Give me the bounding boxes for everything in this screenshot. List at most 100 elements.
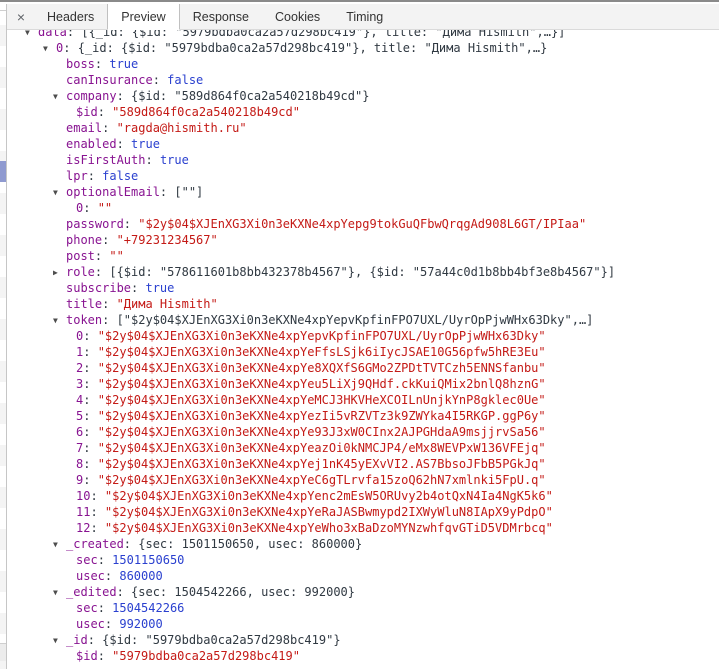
request-list-sliver[interactable] [0, 4, 7, 669]
tree-row[interactable]: post: "" [8, 248, 719, 264]
property-key: _created [66, 537, 124, 551]
tree-row[interactable]: ▼ _edited: {sec: 1504542266, usec: 992000… [8, 584, 719, 600]
tree-row[interactable]: subscribe: true [8, 280, 719, 296]
tree-row[interactable]: 11: "$2y$04$XJEnXG3Xi0n3eKXNe4xpYeRaJASB… [8, 504, 719, 520]
property-value: [""] [174, 185, 204, 199]
tree-row[interactable]: ▼ data: [{_id: {$id: "5979bdba0ca2a57d298… [8, 30, 719, 40]
property-value: {sec: 1504542266, usec: 992000} [131, 585, 355, 599]
key-value-separator: : [97, 649, 113, 663]
tree-row[interactable]: 5: "$2y$04$XJEnXG3Xi0n3eKXNe4xpYezIi5vRZ… [8, 408, 719, 424]
devtools-network-detail-pane: × Headers Preview Response Cookies Timing ▼ d… [0, 0, 719, 669]
disclosure-triangle-icon[interactable]: ▼ [53, 633, 66, 649]
tree-row[interactable]: 0: "" [8, 200, 719, 216]
key-value-separator: : [102, 233, 117, 247]
tab-response[interactable]: Response [180, 4, 262, 29]
property-value: "$2y$04$XJEnXG3Xi0n3eKXNe4xpYepvKpfinFPO… [97, 329, 546, 343]
property-value: ["$2y$04$XJEnXG3Xi0n3eKXNe4xpYepvKpfinFP… [116, 313, 594, 327]
key-value-separator: : [83, 425, 98, 439]
tree-row[interactable]: 6: "$2y$04$XJEnXG3Xi0n3eKXNe4xpYe93J3xW0… [8, 424, 719, 440]
property-value: true [145, 281, 175, 295]
tree-row[interactable]: lpr: false [8, 168, 719, 184]
tree-row[interactable]: ▼ optionalEmail: [""] [8, 184, 719, 200]
tree-row[interactable]: 8: "$2y$04$XJEnXG3Xi0n3eKXNe4xpYej1nK45y… [8, 456, 719, 472]
tree-row[interactable]: $id: "5979bdba0ca2a57d298bc419" [8, 648, 719, 664]
property-key: 11 [76, 505, 91, 519]
json-preview-panel[interactable]: ▼ data: [{_id: {$id: "5979bdba0ca2a57d298… [8, 30, 719, 669]
key-value-separator: : [152, 73, 168, 87]
tree-row[interactable]: enabled: true [8, 136, 719, 152]
key-value-separator: : [102, 313, 117, 327]
property-key: data [38, 30, 67, 39]
property-key: lpr [66, 169, 88, 183]
property-value: "$2y$04$XJEnXG3Xi0n3eKXNe4xpYej1nK45yEXv… [97, 457, 546, 471]
key-value-separator: : [94, 265, 110, 279]
tree-row[interactable]: usec: 860000 [8, 568, 719, 584]
property-key: $id [76, 649, 98, 663]
tree-row[interactable]: 0: "$2y$04$XJEnXG3Xi0n3eKXNe4xpYepvKpfin… [8, 328, 719, 344]
tree-row[interactable]: 3: "$2y$04$XJEnXG3Xi0n3eKXNe4xpYeu5LiXj9… [8, 376, 719, 392]
tree-row[interactable]: ▼ 0: {_id: {$id: "5979bdba0ca2a57d298bc41… [8, 40, 719, 56]
property-key: usec [76, 569, 105, 583]
disclosure-triangle-icon[interactable]: ▼ [53, 185, 66, 201]
key-value-separator: : [83, 393, 98, 407]
property-value: 1501150650 [112, 553, 185, 567]
key-value-separator: : [123, 537, 139, 551]
key-value-separator: : [90, 521, 105, 535]
disclosure-triangle-icon[interactable]: ▼ [53, 537, 66, 553]
disclosure-triangle-icon[interactable]: ▼ [25, 30, 38, 41]
property-value: "$2y$04$XJEnXG3Xi0n3eKXNe4xpYeazOi0kNMCJ… [97, 441, 546, 455]
property-value: "$2y$04$XJEnXG3Xi0n3eKXNe4xpYepg9tokGuQF… [138, 217, 587, 231]
selected-request-row[interactable] [0, 161, 6, 182]
tree-row[interactable]: 4: "$2y$04$XJEnXG3Xi0n3eKXNe4xpYeMCJ3HKV… [8, 392, 719, 408]
property-key: post [66, 249, 95, 263]
tab-timing[interactable]: Timing [333, 4, 396, 29]
disclosure-triangle-icon[interactable]: ▼ [43, 41, 56, 57]
tree-row[interactable]: ▼ _id: {$id: "5979bdba0ca2a57d298bc419"} [8, 632, 719, 648]
tree-row[interactable]: isFirstAuth: true [8, 152, 719, 168]
property-key: boss [66, 57, 95, 71]
tree-row[interactable]: sec: 1501150650 [8, 552, 719, 568]
tab-preview[interactable]: Preview [107, 4, 180, 30]
close-icon[interactable]: × [8, 4, 34, 29]
key-value-separator: : [123, 217, 139, 231]
tree-row[interactable]: email: "ragda@hismith.ru" [8, 120, 719, 136]
tree-row[interactable]: 10: "$2y$04$XJEnXG3Xi0n3eKXNe4xpYenc2mEs… [8, 488, 719, 504]
key-value-separator: : [63, 41, 78, 55]
tab-headers[interactable]: Headers [34, 4, 107, 29]
tree-row[interactable]: $id: "589d864f0ca2a540218b49cd" [8, 104, 719, 120]
tree-row[interactable]: ▼ _created: {sec: 1501150650, usec: 86000… [8, 536, 719, 552]
key-value-separator: : [104, 617, 120, 631]
tree-row[interactable]: 2: "$2y$04$XJEnXG3Xi0n3eKXNe4xpYe8XQXfS6… [8, 360, 719, 376]
tree-row[interactable]: 12: "$2y$04$XJEnXG3Xi0n3eKXNe4xpYeWho3xB… [8, 520, 719, 536]
tree-row[interactable]: 1: "$2y$04$XJEnXG3Xi0n3eKXNe4xpYeFfsLSjk… [8, 344, 719, 360]
tree-row[interactable]: boss: true [8, 56, 719, 72]
tree-row[interactable]: ▼ company: {$id: "589d864f0ca2a540218b49c… [8, 88, 719, 104]
tree-row[interactable]: phone: "+79231234567" [8, 232, 719, 248]
key-value-separator: : [83, 377, 98, 391]
tree-row[interactable]: title: "Дима Hismith" [8, 296, 719, 312]
tree-row[interactable]: ▶ role: [{$id: "578611601b8bb432378b4567"… [8, 264, 719, 280]
disclosure-triangle-icon[interactable]: ▼ [53, 585, 66, 601]
tree-row[interactable]: sec: 1504542266 [8, 600, 719, 616]
tree-row[interactable]: password: "$2y$04$XJEnXG3Xi0n3eKXNe4xpYe… [8, 216, 719, 232]
key-value-separator: : [159, 185, 175, 199]
disclosure-triangle-icon[interactable]: ▼ [53, 89, 66, 105]
disclosure-triangle-icon[interactable]: ▶ [53, 265, 66, 281]
key-value-separator: : [83, 441, 98, 455]
tree-row[interactable]: usec: 992000 [8, 616, 719, 632]
key-value-separator: : [102, 121, 117, 135]
property-value: "589d864f0ca2a540218b49cd" [112, 105, 300, 119]
property-value: 860000 [119, 569, 163, 583]
tree-row[interactable]: 9: "$2y$04$XJEnXG3Xi0n3eKXNe4xpYeC6gTLrv… [8, 472, 719, 488]
disclosure-triangle-icon[interactable]: ▼ [53, 313, 66, 329]
tree-row[interactable]: canInsurance: false [8, 72, 719, 88]
key-value-separator: : [97, 553, 113, 567]
key-value-separator: : [83, 409, 98, 423]
tab-cookies[interactable]: Cookies [262, 4, 333, 29]
property-key: 12 [76, 521, 91, 535]
property-value: true [131, 137, 160, 151]
key-value-separator: : [90, 505, 105, 519]
property-key: phone [66, 233, 103, 247]
tree-row[interactable]: 7: "$2y$04$XJEnXG3Xi0n3eKXNe4xpYeazOi0kN… [8, 440, 719, 456]
tree-row[interactable]: ▼ token: ["$2y$04$XJEnXG3Xi0n3eKXNe4xpYep… [8, 312, 719, 328]
